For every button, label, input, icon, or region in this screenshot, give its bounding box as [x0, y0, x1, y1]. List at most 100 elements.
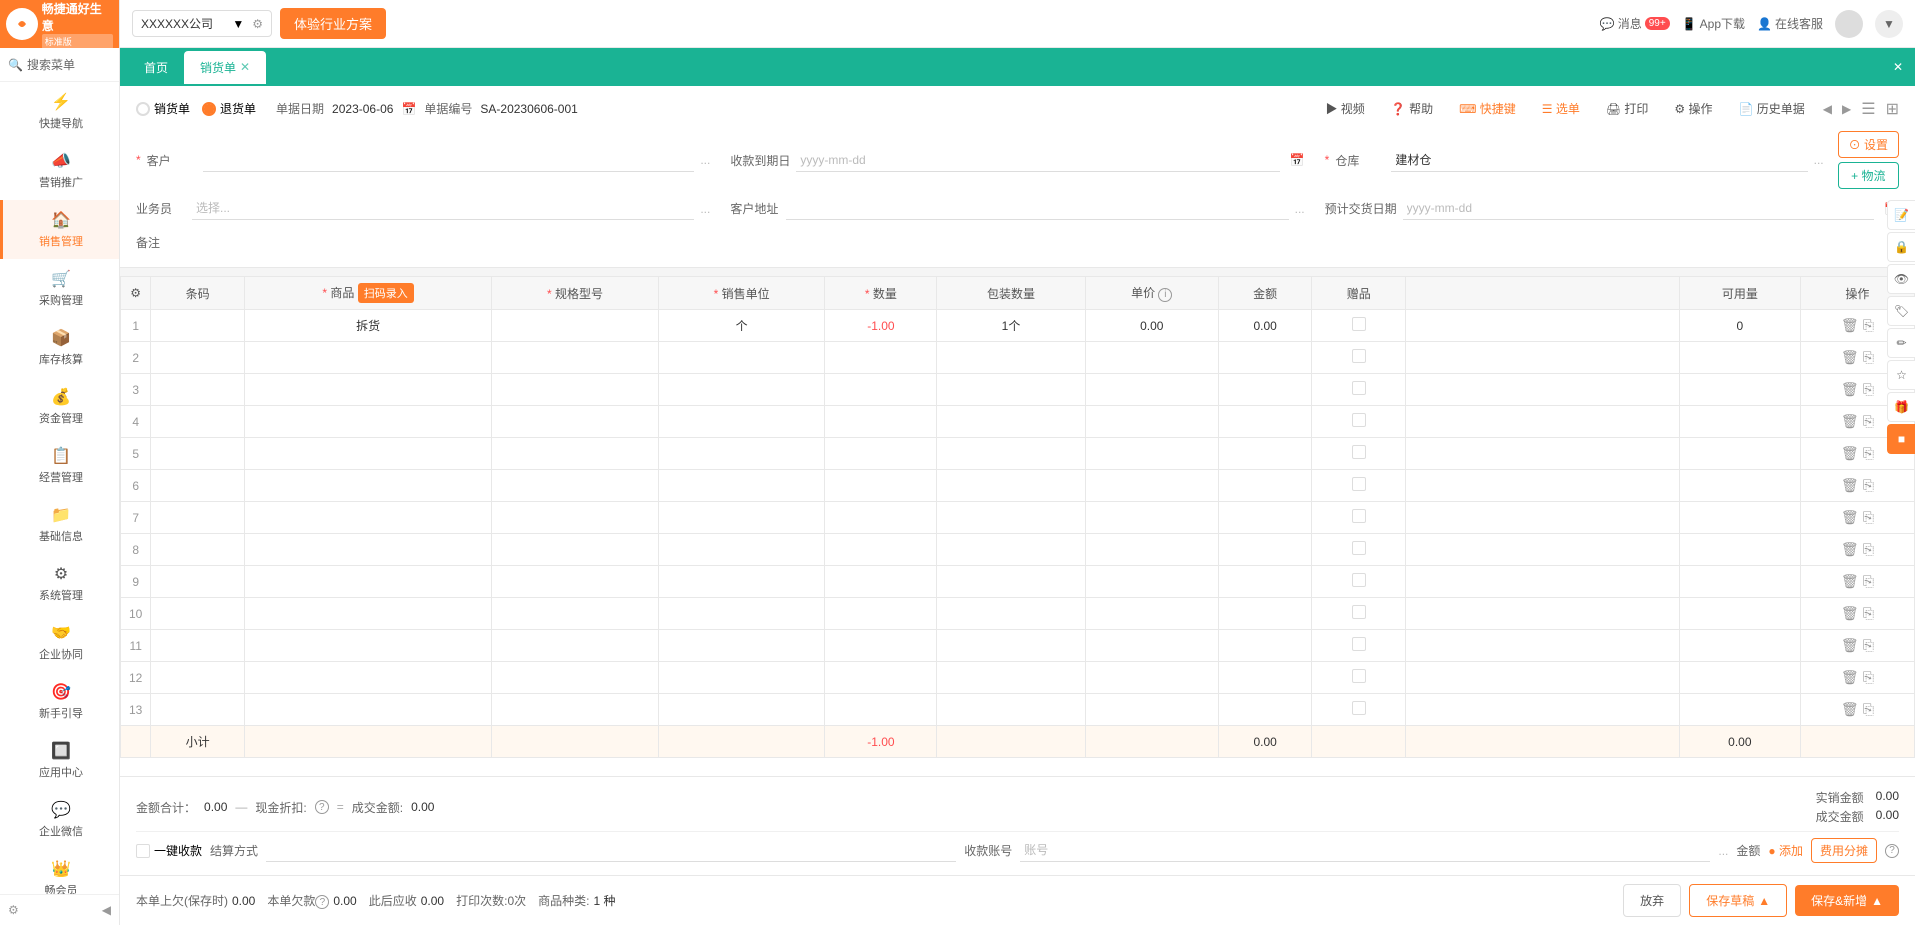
delete-icon-12[interactable]: 🗑 [1841, 669, 1859, 686]
tab-close-icon[interactable]: ✕ [240, 60, 250, 74]
delete-icon-3[interactable]: 🗑 [1841, 381, 1859, 398]
sidebar-item-finance[interactable]: 💰 资金管理 [0, 377, 119, 436]
sidebar-item-wechat[interactable]: 💬 企业微信 [0, 790, 119, 849]
sidebar-search[interactable]: 🔍 搜索菜单 [0, 48, 119, 82]
select-btn[interactable]: ☰ 选单 [1534, 96, 1588, 121]
pack-qty-cell-2[interactable] [937, 342, 1085, 374]
sidebar-item-purchase[interactable]: 🛒 采购管理 [0, 259, 119, 318]
copy-icon-2[interactable]: ⎘ [1863, 349, 1874, 366]
copy-icon-1[interactable]: ⎘ [1863, 317, 1874, 334]
fee-split-info-icon[interactable]: ? [1885, 844, 1899, 858]
copy-icon-9[interactable]: ⎘ [1863, 573, 1874, 590]
save-draft-button[interactable]: 保存草稿 ▲ [1689, 884, 1787, 917]
warehouse-input[interactable] [1391, 149, 1807, 172]
gift-checkbox-4[interactable] [1352, 413, 1366, 427]
sidebar-item-appstore[interactable]: 🔲 应用中心 [0, 731, 119, 790]
salesperson-input[interactable] [192, 197, 694, 220]
gift-checkbox-13[interactable] [1352, 701, 1366, 715]
quantity-cell-2[interactable] [825, 342, 937, 374]
delete-icon-2[interactable]: 🗑 [1841, 349, 1859, 366]
copy-icon-5[interactable]: ⎘ [1863, 445, 1874, 462]
operation-btn[interactable]: ⚙ 操作 [1666, 96, 1720, 121]
copy-icon-3[interactable]: ⎘ [1863, 381, 1874, 398]
copy-icon-7[interactable]: ⎘ [1863, 509, 1874, 526]
spec-cell-1[interactable] [492, 310, 659, 342]
gift-checkbox-5[interactable] [1352, 445, 1366, 459]
product-cell-1[interactable]: 拆货 [244, 310, 491, 342]
gift-checkbox-7[interactable] [1352, 509, 1366, 523]
float-edit-btn[interactable]: ✏ [1887, 328, 1915, 358]
sidebar-item-system[interactable]: ⚙ 系统管理 [0, 554, 119, 613]
gift-checkbox-10[interactable] [1352, 605, 1366, 619]
cash-discount-info-icon[interactable]: ? [315, 800, 329, 814]
sidebar-item-basic[interactable]: 📁 基础信息 [0, 495, 119, 554]
delete-icon-4[interactable]: 🗑 [1841, 413, 1859, 430]
payment-method-input[interactable] [266, 839, 956, 862]
gift-checkbox-6[interactable] [1352, 477, 1366, 491]
copy-icon-4[interactable]: ⎘ [1863, 413, 1874, 430]
payment-due-calendar-icon[interactable]: 📅 [1290, 153, 1305, 167]
date-calendar-icon[interactable]: 📅 [401, 102, 416, 116]
customer-address-dots[interactable]: ... [1295, 202, 1305, 216]
delete-icon-1[interactable]: 🗑 [1841, 317, 1859, 334]
payment-due-input[interactable] [796, 149, 1279, 172]
tab-sales-order[interactable]: 销货单 ✕ [184, 51, 266, 84]
message-button[interactable]: 💬 消息 99+ [1600, 15, 1670, 32]
tab-home[interactable]: 首页 [128, 51, 184, 84]
sidebar-item-guide[interactable]: 🎯 新手引导 [0, 672, 119, 731]
gift-checkbox-11[interactable] [1352, 637, 1366, 651]
delete-icon-8[interactable]: 🗑 [1841, 541, 1859, 558]
sidebar-item-inventory[interactable]: 📦 库存核算 [0, 318, 119, 377]
save-new-button[interactable]: 保存&新增 ▲ [1795, 885, 1899, 916]
barcode-cell-2[interactable] [151, 342, 245, 374]
fee-split-button[interactable]: 费用分摊 [1811, 838, 1877, 863]
sidebar-item-quick-nav[interactable]: ⚡ 快捷导航 [0, 82, 119, 141]
copy-icon-13[interactable]: ⎘ [1863, 701, 1874, 718]
gift-checkbox-9[interactable] [1352, 573, 1366, 587]
nav-next-icon[interactable]: ▶ [1842, 102, 1851, 116]
quantity-cell-1[interactable]: -1.00 [825, 310, 937, 342]
trial-button[interactable]: 体验行业方案 [280, 8, 386, 39]
logistics-button[interactable]: + 物流 [1838, 162, 1899, 189]
gift-cell-2[interactable] [1312, 342, 1406, 374]
gift-checkbox-8[interactable] [1352, 541, 1366, 555]
unit-cell-1[interactable]: 个 [658, 310, 825, 342]
total-owe-info-icon[interactable]: ? [315, 895, 329, 909]
company-selector[interactable]: XXXXXX公司 ▼ ⚙ [132, 10, 272, 37]
barcode-cell-1[interactable] [151, 310, 245, 342]
sidebar-item-member[interactable]: 👑 畅会员 [0, 849, 119, 894]
sidebar-item-operation[interactable]: 📋 经营管理 [0, 436, 119, 495]
help-btn[interactable]: ❓ 帮助 [1383, 96, 1441, 121]
expected-date-input[interactable] [1403, 197, 1874, 220]
view-list-icon[interactable]: ☰ [1861, 99, 1875, 119]
copy-icon-10[interactable]: ⎘ [1863, 605, 1874, 622]
history-btn[interactable]: 📄 历史单据 [1731, 96, 1813, 121]
settings-gear-icon[interactable]: ⚙ [252, 17, 263, 31]
user-avatar[interactable] [1835, 10, 1863, 38]
unit-price-cell-1[interactable]: 0.00 [1085, 310, 1218, 342]
delete-icon-5[interactable]: 🗑 [1841, 445, 1859, 462]
amount-cell-2[interactable] [1218, 342, 1312, 374]
customer-input[interactable] [203, 149, 695, 172]
gift-checkbox-1[interactable] [1352, 317, 1366, 331]
setting-button[interactable]: ⊙ 设置 [1838, 131, 1899, 158]
user-menu-icon[interactable]: ▼ [1875, 10, 1903, 38]
sidebar-item-collab[interactable]: 🤝 企业协同 [0, 613, 119, 672]
delete-icon-6[interactable]: 🗑 [1841, 477, 1859, 494]
copy-icon-11[interactable]: ⎘ [1863, 637, 1874, 654]
product-cell-2[interactable] [244, 342, 491, 374]
amount-cell-1[interactable]: 0.00 [1218, 310, 1312, 342]
print-btn[interactable]: 🖨 打印 [1598, 96, 1657, 121]
copy-icon-6[interactable]: ⎘ [1863, 477, 1874, 494]
abandon-button[interactable]: 放弃 [1623, 884, 1681, 917]
float-star-btn[interactable]: ☆ [1887, 360, 1915, 390]
gift-cell-1[interactable] [1312, 310, 1406, 342]
spec-cell-2[interactable] [492, 342, 659, 374]
settings-icon[interactable]: ⚙ [8, 903, 19, 917]
copy-icon-8[interactable]: ⎘ [1863, 541, 1874, 558]
radio-sales[interactable]: 销货单 [136, 100, 190, 117]
close-all-tabs[interactable]: ✕ [1889, 56, 1907, 78]
pack-qty-cell-1[interactable]: 1个 [937, 310, 1085, 342]
delete-icon-9[interactable]: 🗑 [1841, 573, 1859, 590]
unit-price-cell-2[interactable] [1085, 342, 1218, 374]
